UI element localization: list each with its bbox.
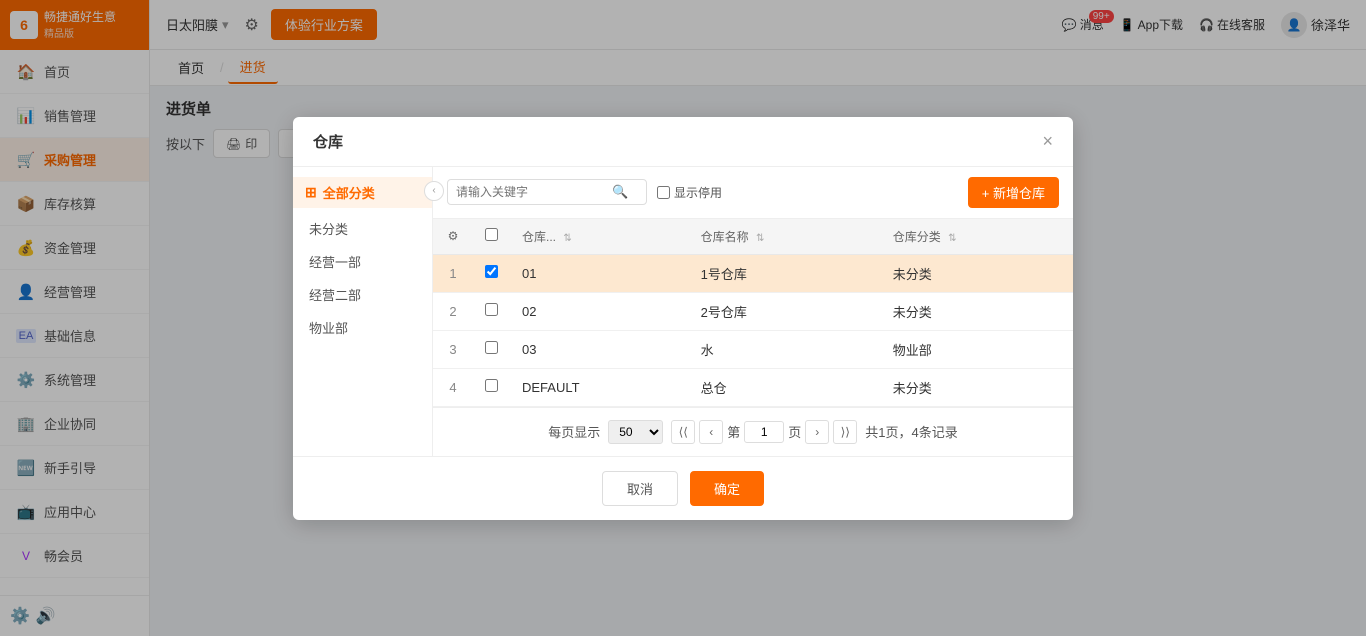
- last-page-btn[interactable]: ⟩⟩: [833, 420, 857, 444]
- warehouse-table-wrap: ⚙ 仓库... ⇅ 仓库名称: [433, 219, 1073, 407]
- row-num: 3: [433, 330, 473, 368]
- table-body: 1 01 1号仓库 未分类 2 02 2号仓库 未分类 3 03 水 物业部 4…: [433, 254, 1073, 406]
- row-category: 未分类: [881, 292, 1073, 330]
- page-unit: 页: [788, 422, 801, 441]
- row-name: 水: [689, 330, 881, 368]
- search-box: 🔍: [447, 179, 647, 205]
- page-size-label: 每页显示: [548, 422, 600, 441]
- all-categories-btn[interactable]: ⊞ 全部分类: [293, 177, 432, 208]
- page-size-select[interactable]: 50 20 100: [608, 420, 663, 444]
- col-category: 仓库分类 ⇅: [881, 219, 1073, 255]
- category-ops2[interactable]: 经营二部: [293, 278, 432, 311]
- row-checkbox[interactable]: [473, 292, 510, 330]
- settings-col-icon[interactable]: ⚙: [448, 229, 459, 243]
- row-code: 01: [510, 254, 689, 292]
- total-label: 共1页，4条记录: [865, 422, 957, 441]
- prev-page-btn[interactable]: ‹: [699, 420, 723, 444]
- sort-icon: ⇅: [563, 233, 571, 244]
- select-all-checkbox[interactable]: [485, 228, 498, 241]
- show-disabled-checkbox[interactable]: [657, 186, 670, 199]
- category-property[interactable]: 物业部: [293, 311, 432, 344]
- first-page-btn[interactable]: ⟨⟨: [671, 420, 695, 444]
- table-row[interactable]: 2 02 2号仓库 未分类: [433, 292, 1073, 330]
- page-label: 第: [727, 422, 740, 441]
- row-code: DEFAULT: [510, 368, 689, 406]
- row-category: 物业部: [881, 330, 1073, 368]
- category-uncategorized[interactable]: 未分类: [293, 212, 432, 245]
- close-button[interactable]: ×: [1042, 131, 1053, 152]
- confirm-button[interactable]: 确定: [690, 471, 764, 506]
- category-ops1[interactable]: 经营一部: [293, 245, 432, 278]
- dialog-title: 仓库: [313, 131, 343, 152]
- col-checkbox: [473, 219, 510, 255]
- pagination-nav: ⟨⟨ ‹ 第 页 › ⟩⟩: [671, 420, 857, 444]
- row-checkbox[interactable]: [473, 254, 510, 292]
- pagination: 每页显示 50 20 100 ⟨⟨ ‹ 第 页 › ⟩⟩: [433, 407, 1073, 456]
- table-row[interactable]: 3 03 水 物业部: [433, 330, 1073, 368]
- show-disabled-label: 显示停用: [674, 184, 722, 201]
- row-num: 1: [433, 254, 473, 292]
- warehouse-table: ⚙ 仓库... ⇅ 仓库名称: [433, 219, 1073, 407]
- table-header-row: ⚙ 仓库... ⇅ 仓库名称: [433, 219, 1073, 255]
- dialog-body: ⊞ 全部分类 ‹ 未分类 经营一部 经营二部 物业部: [293, 167, 1073, 456]
- grid-icon: ⊞: [305, 184, 317, 201]
- col-name: 仓库名称 ⇅: [689, 219, 881, 255]
- row-name: 总仓: [689, 368, 881, 406]
- row-category: 未分类: [881, 368, 1073, 406]
- search-icon[interactable]: 🔍: [612, 184, 628, 200]
- sort-icon: ⇅: [948, 233, 956, 244]
- col-settings: ⚙: [433, 219, 473, 255]
- modal-overlay: 仓库 × ⊞ 全部分类 ‹ 未分类 经营一部: [0, 0, 1366, 636]
- sort-icon: ⇅: [756, 233, 764, 244]
- col-code: 仓库... ⇅: [510, 219, 689, 255]
- add-warehouse-btn[interactable]: + 新增仓库: [968, 177, 1059, 208]
- row-checkbox[interactable]: [473, 368, 510, 406]
- dialog-header: 仓库 ×: [293, 117, 1073, 167]
- next-page-btn[interactable]: ›: [805, 420, 829, 444]
- current-page-input[interactable]: [744, 421, 784, 443]
- row-num: 2: [433, 292, 473, 330]
- all-categories-label: 全部分类: [323, 183, 375, 202]
- row-code: 03: [510, 330, 689, 368]
- collapse-btn[interactable]: ‹: [424, 181, 444, 201]
- warehouse-panel: 🔍 显示停用 + 新增仓库 ⚙: [433, 167, 1073, 456]
- search-input[interactable]: [456, 185, 606, 199]
- category-panel: ⊞ 全部分类 ‹ 未分类 经营一部 经营二部 物业部: [293, 167, 433, 456]
- table-row[interactable]: 1 01 1号仓库 未分类: [433, 254, 1073, 292]
- dialog-footer: 取消 确定: [293, 456, 1073, 520]
- row-code: 02: [510, 292, 689, 330]
- warehouse-dialog: 仓库 × ⊞ 全部分类 ‹ 未分类 经营一部: [293, 117, 1073, 520]
- category-list: 未分类 经营一部 经营二部 物业部: [293, 208, 432, 348]
- row-name: 2号仓库: [689, 292, 881, 330]
- show-disabled-toggle[interactable]: 显示停用: [657, 184, 722, 201]
- row-name: 1号仓库: [689, 254, 881, 292]
- table-row[interactable]: 4 DEFAULT 总仓 未分类: [433, 368, 1073, 406]
- warehouse-toolbar: 🔍 显示停用 + 新增仓库: [433, 167, 1073, 219]
- row-checkbox[interactable]: [473, 330, 510, 368]
- row-num: 4: [433, 368, 473, 406]
- row-category: 未分类: [881, 254, 1073, 292]
- cancel-button[interactable]: 取消: [602, 471, 678, 506]
